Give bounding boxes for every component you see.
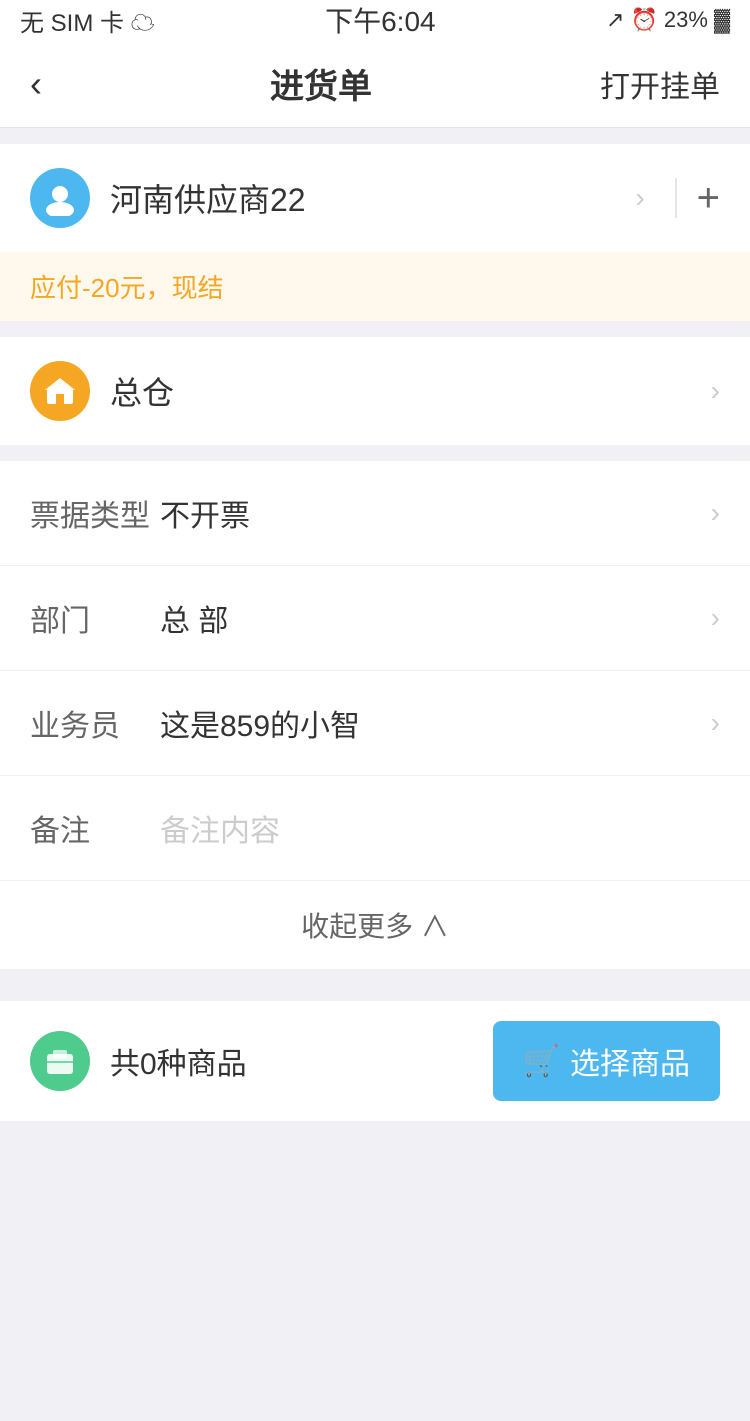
department-row[interactable]: 部门 总 部 › (0, 565, 750, 670)
location-icon: ↗ (606, 7, 624, 33)
separator-3 (0, 445, 750, 461)
remark-row[interactable]: 备注 备注内容 (0, 775, 750, 880)
add-supplier-button[interactable]: + (697, 176, 720, 221)
alarm-icon: ⏰ (630, 7, 657, 33)
sim-signal: 无 SIM 卡 ☁ (20, 3, 155, 38)
supplier-avatar (30, 168, 90, 228)
empty-area (0, 1121, 750, 1421)
battery-level: 23% (664, 7, 708, 33)
product-count: 共0种商品 (110, 1039, 493, 1083)
select-product-label: 选择商品 (570, 1039, 690, 1083)
product-icon (30, 1031, 90, 1091)
status-left: 无 SIM 卡 ☁ (20, 3, 155, 38)
remark-input[interactable]: 备注内容 (160, 806, 720, 850)
department-chevron-icon: › (711, 602, 720, 634)
warehouse-name: 总仓 (110, 368, 711, 414)
form-group: 票据类型 不开票 › 部门 总 部 › 业务员 这是859的小智 › 备注 备注… (0, 461, 750, 969)
department-value: 总 部 (160, 596, 711, 640)
nav-bar: ‹ 进货单 打开挂单 (0, 40, 750, 128)
warehouse-chevron-icon: › (711, 375, 720, 407)
notice-bar: 应付-20元，现结 (0, 252, 750, 321)
select-product-icon: 🛒 (523, 1044, 560, 1079)
salesperson-label: 业务员 (30, 701, 160, 745)
remark-label: 备注 (30, 806, 160, 850)
product-bar: 共0种商品 🛒 选择商品 (0, 1001, 750, 1121)
separator-1 (0, 128, 750, 144)
battery-icon: ▓ (714, 7, 730, 33)
supplier-row[interactable]: 河南供应商22 › + (0, 144, 750, 252)
salesperson-value: 这是859的小智 (160, 701, 711, 745)
status-bar: 无 SIM 卡 ☁ 下午6:04 ↗ ⏰ 23% ▓ (0, 0, 750, 40)
invoice-type-label: 票据类型 (30, 491, 160, 535)
salesperson-row[interactable]: 业务员 这是859的小智 › (0, 670, 750, 775)
select-product-button[interactable]: 🛒 选择商品 (493, 1021, 720, 1101)
open-pending-button[interactable]: 打开挂单 (600, 62, 720, 106)
separator-4 (0, 969, 750, 985)
warehouse-row[interactable]: 总仓 › (0, 337, 750, 445)
invoice-type-chevron-icon: › (711, 497, 720, 529)
back-button[interactable]: ‹ (30, 63, 42, 105)
supplier-chevron-icon: › (635, 182, 644, 214)
invoice-type-row[interactable]: 票据类型 不开票 › (0, 461, 750, 565)
status-time: 下午6:04 (325, 0, 436, 40)
invoice-type-value: 不开票 (160, 491, 711, 535)
supplier-section: 河南供应商22 › + 应付-20元，现结 (0, 144, 750, 321)
warehouse-icon (30, 361, 90, 421)
page-title: 进货单 (270, 59, 372, 108)
separator-2 (0, 321, 750, 337)
supplier-name: 河南供应商22 (110, 175, 635, 221)
collapse-bar[interactable]: 收起更多 ∧ (0, 880, 750, 969)
department-label: 部门 (30, 596, 160, 640)
salesperson-chevron-icon: › (711, 707, 720, 739)
status-right: ↗ ⏰ 23% ▓ (606, 7, 730, 33)
supplier-divider (675, 178, 677, 218)
